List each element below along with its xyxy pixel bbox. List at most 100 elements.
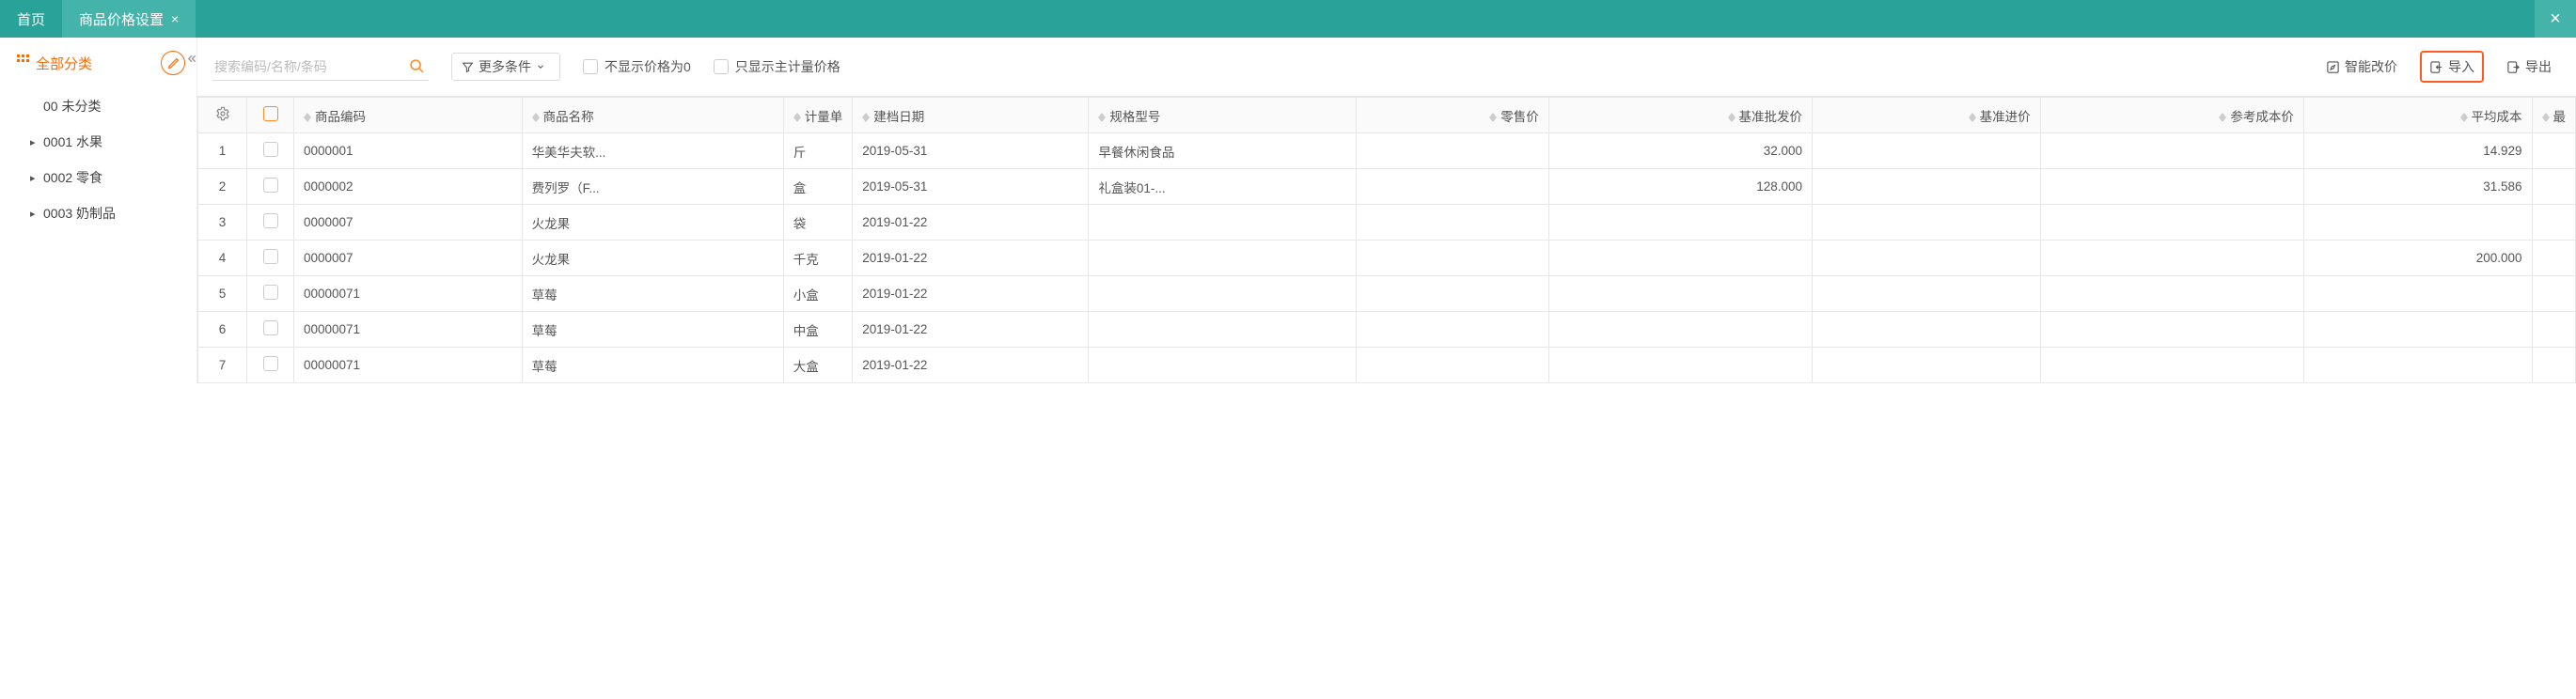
cell-avgcost[interactable] [2303,312,2532,348]
cell-refcost[interactable] [2040,348,2303,383]
category-grid-icon [17,54,30,71]
cell-avgcost[interactable]: 31.586 [2303,169,2532,205]
cell-retail[interactable] [1356,169,1548,205]
th-spec[interactable]: 规格型号 [1089,98,1356,133]
cell-avgcost[interactable]: 14.929 [2303,133,2532,169]
search-input[interactable] [212,53,429,81]
cell-unit: 小盒 [783,276,853,312]
cell-checkbox[interactable] [247,276,294,312]
th-base-wholesale[interactable]: 基准批发价 [1548,98,1812,133]
gear-icon [215,106,230,121]
cell-retail[interactable] [1356,276,1548,312]
th-retail-price[interactable]: 零售价 [1356,98,1548,133]
more-conditions-button[interactable]: 更多条件 [451,53,560,81]
export-button[interactable]: 导出 [2499,53,2559,81]
toolbar: 更多条件 不显示价格为0 只显示主计量价格 智能改价 导入 [197,38,2576,96]
cell-purchase[interactable] [1813,312,2041,348]
cell-checkbox[interactable] [247,205,294,241]
th-create-date[interactable]: 建档日期 [853,98,1089,133]
cell-checkbox[interactable] [247,133,294,169]
tab-current[interactable]: 商品价格设置 × [62,0,196,38]
cell-last [2532,276,2576,312]
cell-purchase[interactable] [1813,169,2041,205]
cell-index: 3 [198,205,247,241]
checkbox-hide-zero-price[interactable]: 不显示价格为0 [583,57,691,76]
cell-checkbox[interactable] [247,241,294,276]
filter-icon [462,61,474,73]
table-row[interactable]: 30000007火龙果袋2019-01-22 [198,205,2576,241]
cell-purchase[interactable] [1813,241,2041,276]
table-row[interactable]: 500000071草莓小盒2019-01-22 [198,276,2576,312]
table-row[interactable]: 10000001华美华夫软...斤2019-05-31早餐休闲食品32.0001… [198,133,2576,169]
table-row[interactable]: 20000002费列罗（F...盒2019-05-31礼盒装01-...128.… [198,169,2576,205]
cell-avgcost[interactable] [2303,276,2532,312]
import-button[interactable]: 导入 [2420,51,2484,83]
cell-wholesale[interactable] [1548,348,1812,383]
cell-retail[interactable] [1356,312,1548,348]
cell-spec [1089,205,1356,241]
cell-refcost[interactable] [2040,312,2303,348]
cell-wholesale[interactable] [1548,241,1812,276]
tab-home[interactable]: 首页 [0,0,62,38]
cell-refcost[interactable] [2040,169,2303,205]
cell-wholesale[interactable]: 128.000 [1548,169,1812,205]
sidebar-item[interactable]: ▸0003 奶制品 [26,195,191,231]
th-settings[interactable] [198,98,247,133]
cell-retail[interactable] [1356,348,1548,383]
cell-avgcost[interactable] [2303,348,2532,383]
search-icon[interactable] [409,58,425,77]
cell-refcost[interactable] [2040,276,2303,312]
th-select-all[interactable] [247,98,294,133]
cell-avgcost[interactable]: 200.000 [2303,241,2532,276]
table-row[interactable]: 40000007火龙果千克2019-01-22200.000 [198,241,2576,276]
th-name[interactable]: 商品名称 [522,98,783,133]
cell-purchase[interactable] [1813,276,2041,312]
th-base-purchase[interactable]: 基准进价 [1813,98,2041,133]
th-ref-cost[interactable]: 参考成本价 [2040,98,2303,133]
cell-purchase[interactable] [1813,348,2041,383]
th-avg-cost[interactable]: 平均成本 [2303,98,2532,133]
th-last[interactable]: 最 [2532,98,2576,133]
th-unit[interactable]: 计量单 [783,98,853,133]
cell-code: 0000002 [294,169,523,205]
cell-name: 草莓 [522,276,783,312]
cell-name: 费列罗（F... [522,169,783,205]
cell-wholesale[interactable] [1548,312,1812,348]
cell-purchase[interactable] [1813,205,2041,241]
cell-spec: 早餐休闲食品 [1089,133,1356,169]
cell-avgcost[interactable] [2303,205,2532,241]
cell-index: 1 [198,133,247,169]
cell-name: 草莓 [522,312,783,348]
cell-spec [1089,276,1356,312]
cell-wholesale[interactable] [1548,205,1812,241]
cell-checkbox[interactable] [247,169,294,205]
close-icon[interactable]: × [171,11,179,26]
cell-date: 2019-01-22 [853,241,1089,276]
cell-purchase[interactable] [1813,133,2041,169]
cell-date: 2019-01-22 [853,276,1089,312]
table-row[interactable]: 600000071草莓中盒2019-01-22 [198,312,2576,348]
cell-wholesale[interactable]: 32.000 [1548,133,1812,169]
th-code[interactable]: 商品编码 [294,98,523,133]
tabs-close-all[interactable]: × [2535,0,2576,38]
edit-category-button[interactable] [161,51,185,75]
cell-refcost[interactable] [2040,241,2303,276]
sidebar-item[interactable]: 00 未分类 [26,88,191,124]
table-row[interactable]: 700000071草莓大盒2019-01-22 [198,348,2576,383]
cell-retail[interactable] [1356,205,1548,241]
cell-retail[interactable] [1356,133,1548,169]
sidebar-collapse-button[interactable] [186,53,198,69]
cell-code: 0000007 [294,205,523,241]
cell-wholesale[interactable] [1548,276,1812,312]
sidebar-item[interactable]: ▸0001 水果 [26,124,191,160]
cell-date: 2019-01-22 [853,348,1089,383]
cell-checkbox[interactable] [247,348,294,383]
cell-index: 5 [198,276,247,312]
smart-price-edit-button[interactable]: 智能改价 [2318,53,2405,81]
checkbox-only-main-unit[interactable]: 只显示主计量价格 [714,57,840,76]
sidebar-item[interactable]: ▸0002 零食 [26,160,191,195]
cell-retail[interactable] [1356,241,1548,276]
cell-refcost[interactable] [2040,133,2303,169]
cell-refcost[interactable] [2040,205,2303,241]
cell-checkbox[interactable] [247,312,294,348]
